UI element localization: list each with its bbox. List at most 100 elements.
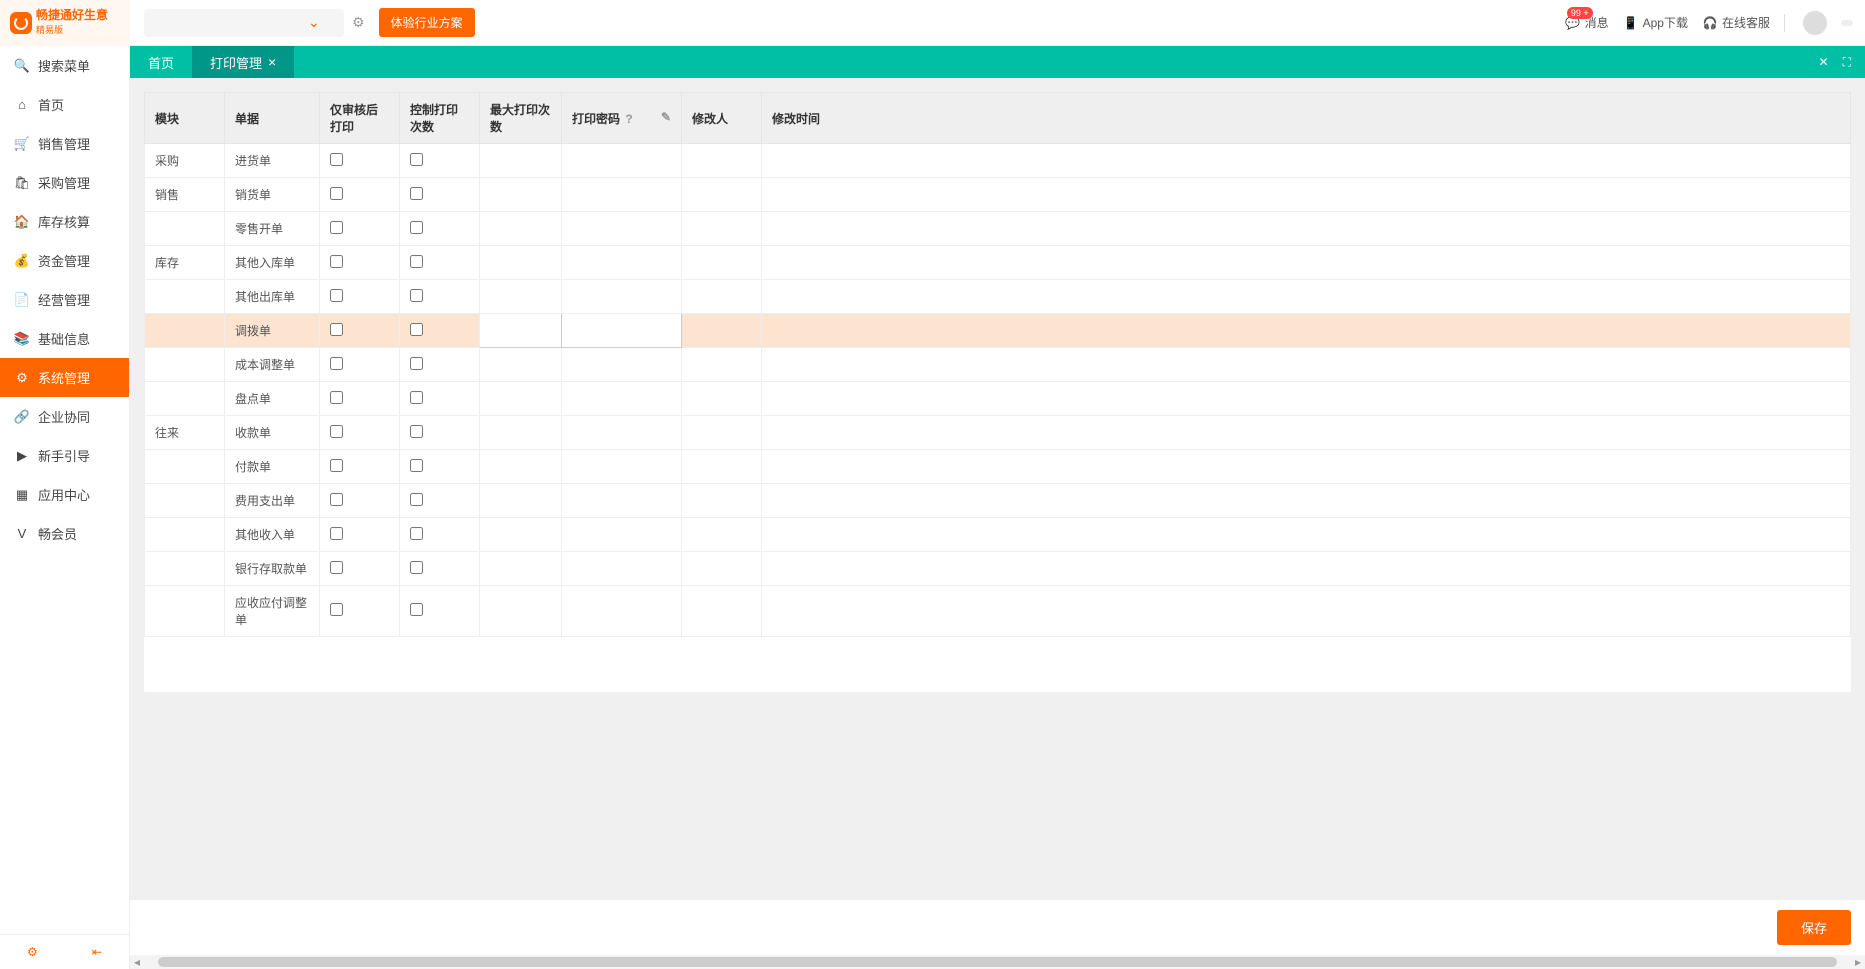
checkbox[interactable] [410,221,423,234]
checkbox[interactable] [330,493,343,506]
sidebar-item-system[interactable]: ⚙系统管理 [0,358,129,397]
checkbox[interactable] [330,391,343,404]
fullscreen-icon[interactable]: ⛶ [1843,55,1851,70]
cell-control-count [400,484,480,518]
table-row[interactable]: 付款单 [145,450,1851,484]
industry-plan-button[interactable]: 体验行业方案 [379,8,475,37]
checkbox[interactable] [330,221,343,234]
table-row[interactable]: 采购进货单 [145,144,1851,178]
chevron-down-icon[interactable]: ⌄ [308,14,320,31]
save-button[interactable]: 保存 [1777,910,1851,945]
cell-control-count [400,212,480,246]
cell-module: 库存 [145,246,225,280]
online-service-button[interactable]: 🎧 在线客服 [1702,14,1770,31]
table-row[interactable]: 库存其他入库单 [145,246,1851,280]
sidebar-item-guide[interactable]: ▶新手引导 [0,436,129,475]
sidebar-item-report[interactable]: 📄经营管理 [0,280,129,319]
checkbox[interactable] [410,527,423,540]
collab-icon: 🔗 [14,409,30,425]
help-icon[interactable]: ? [625,112,632,126]
checkbox[interactable] [410,391,423,404]
tab-1[interactable]: 打印管理× [192,46,294,78]
cell-modify-time [762,552,1851,586]
app-download-button[interactable]: 📱 App下载 [1623,14,1688,31]
checkbox[interactable] [410,493,423,506]
edit-icon[interactable]: ✎ [661,110,671,124]
collapse-icon[interactable]: ⇤ [92,945,102,959]
table-row[interactable]: 应收应付调整单 [145,586,1851,637]
tab-close-icon[interactable]: × [268,54,276,70]
checkbox[interactable] [410,459,423,472]
cell-max-count[interactable] [480,314,562,348]
checkbox[interactable] [330,425,343,438]
username[interactable] [1841,20,1853,26]
checkbox[interactable] [410,255,423,268]
cell-module [145,212,225,246]
sidebar-item-collab[interactable]: 🔗企业协同 [0,397,129,436]
cell-modify-time [762,382,1851,416]
checkbox[interactable] [410,289,423,302]
cell-password[interactable] [562,314,682,348]
checkbox[interactable] [410,357,423,370]
cell-doc: 销货单 [225,178,320,212]
gear-icon[interactable]: ⚙ [352,14,365,31]
settings-icon[interactable]: ⚙ [27,945,38,959]
checkbox[interactable] [330,153,343,166]
home-icon: ⌂ [14,97,30,113]
sidebar-item-vip[interactable]: V畅会员 [0,514,129,553]
checkbox[interactable] [330,357,343,370]
messages-button[interactable]: 💬99 + 消息 [1565,14,1609,31]
appcenter-icon: ▦ [14,487,30,503]
sidebar-item-purchase[interactable]: 🛍采购管理 [0,163,129,202]
cell-control-count [400,144,480,178]
tab-0[interactable]: 首页 [130,46,192,78]
cell-max-count [480,552,562,586]
close-tab-icon[interactable]: ✕ [1819,55,1829,69]
headset-icon: 🎧 [1702,15,1718,31]
checkbox[interactable] [330,187,343,200]
avatar[interactable] [1803,11,1827,35]
checkbox[interactable] [330,459,343,472]
table-row[interactable]: 零售开单 [145,212,1851,246]
table-row[interactable]: 其他出库单 [145,280,1851,314]
org-selector[interactable]: ⌄ [144,9,344,37]
checkbox[interactable] [410,603,423,616]
table-row[interactable]: 往来收款单 [145,416,1851,450]
sidebar-item-search[interactable]: 🔍搜索菜单 [0,46,129,85]
table-row[interactable]: 成本调整单 [145,348,1851,382]
table-row[interactable]: 调拨单 [145,314,1851,348]
cell-modify-time [762,212,1851,246]
horizontal-scrollbar[interactable]: ◂ ▸ [130,955,1865,969]
sidebar-item-label: 经营管理 [38,290,90,309]
checkbox[interactable] [330,255,343,268]
checkbox[interactable] [410,187,423,200]
topbar: 畅捷通好生意 精易版 ⌄ ⚙ 体验行业方案 💬99 + 消息 📱 App下载 🎧… [0,0,1865,46]
sidebar-item-fund[interactable]: 💰资金管理 [0,241,129,280]
cell-modify-time [762,450,1851,484]
sidebar-item-sales[interactable]: 🛒销售管理 [0,124,129,163]
checkbox[interactable] [330,561,343,574]
sidebar-item-appcenter[interactable]: ▦应用中心 [0,475,129,514]
table-row[interactable]: 销售销货单 [145,178,1851,212]
cell-max-count [480,518,562,552]
fund-icon: 💰 [14,253,30,269]
checkbox[interactable] [330,527,343,540]
table-row[interactable]: 其他收入单 [145,518,1851,552]
sidebar-item-base[interactable]: 📚基础信息 [0,319,129,358]
sidebar-item-home[interactable]: ⌂首页 [0,85,129,124]
table-row[interactable]: 费用支出单 [145,484,1851,518]
table-row[interactable]: 盘点单 [145,382,1851,416]
org-selector-input[interactable] [152,16,302,30]
scrollbar-thumb[interactable] [158,957,1837,967]
guide-icon: ▶ [14,448,30,464]
checkbox[interactable] [330,603,343,616]
checkbox[interactable] [330,289,343,302]
checkbox[interactable] [410,425,423,438]
checkbox[interactable] [410,323,423,336]
checkbox[interactable] [410,153,423,166]
checkbox[interactable] [410,561,423,574]
cell-password [562,484,682,518]
checkbox[interactable] [330,323,343,336]
sidebar-item-stock[interactable]: 🏠库存核算 [0,202,129,241]
table-row[interactable]: 银行存取款单 [145,552,1851,586]
